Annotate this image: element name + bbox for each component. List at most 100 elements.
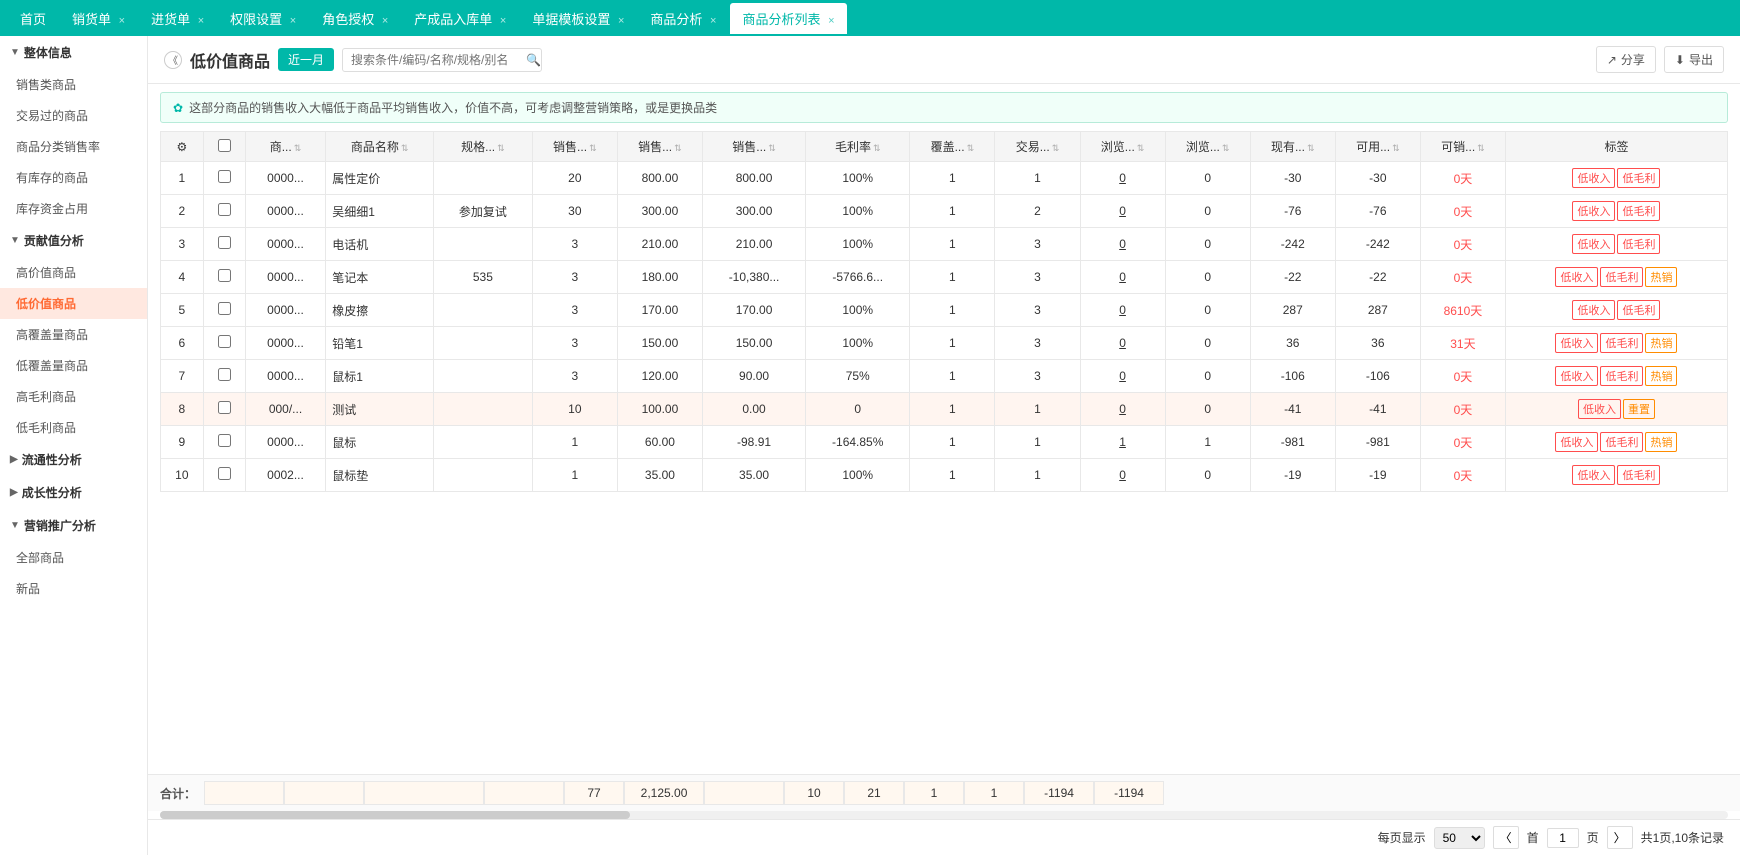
search-icon[interactable]: 🔍 [526, 53, 541, 67]
row-checkbox[interactable] [203, 393, 245, 426]
col-name[interactable]: 商品名称⇅ [326, 132, 434, 162]
sidebar-collapse-button[interactable]: 《 [164, 51, 182, 69]
sidebar-item-traded-goods[interactable]: 交易过的商品 [0, 100, 147, 131]
row-select-checkbox[interactable] [218, 302, 231, 315]
period-button[interactable]: 近一月 [278, 48, 334, 71]
close-icon[interactable]: × [382, 15, 388, 27]
sidebar-item-high-margin[interactable]: 高毛利商品 [0, 381, 147, 412]
nav-template[interactable]: 单据模板设置 × [520, 3, 636, 34]
nav-home[interactable]: 首页 [8, 3, 58, 34]
close-icon[interactable]: × [198, 15, 204, 27]
col-checkbox[interactable] [203, 132, 245, 162]
col-settings[interactable]: ⚙ [161, 132, 204, 162]
row-col7[interactable]: 0 [1080, 195, 1165, 228]
sidebar-group-growth[interactable]: ▶成长性分析 [0, 476, 147, 509]
sidebar-item-low-margin[interactable]: 低毛利商品 [0, 412, 147, 443]
col-sales3[interactable]: 销售...⇅ [702, 132, 805, 162]
row-name[interactable]: 属性定价 [326, 162, 434, 195]
row-col7[interactable]: 0 [1080, 294, 1165, 327]
row-name[interactable]: 电话机 [326, 228, 434, 261]
row-select-checkbox[interactable] [218, 203, 231, 216]
row-name[interactable]: 鼠标1 [326, 360, 434, 393]
sidebar-item-high-coverage[interactable]: 高覆盖量商品 [0, 319, 147, 350]
sidebar-group-circulation[interactable]: ▶流通性分析 [0, 443, 147, 476]
row-checkbox[interactable] [203, 426, 245, 459]
row-checkbox[interactable] [203, 261, 245, 294]
export-button[interactable]: ⬇ 导出 [1664, 46, 1724, 73]
row-name[interactable]: 鼠标垫 [326, 459, 434, 492]
row-name[interactable]: 鼠标 [326, 426, 434, 459]
sidebar-item-sales-goods[interactable]: 销售类商品 [0, 69, 147, 100]
row-select-checkbox[interactable] [218, 335, 231, 348]
row-col7[interactable]: 0 [1080, 393, 1165, 426]
first-page-button[interactable]: 〈 [1493, 826, 1519, 849]
nav-roles[interactable]: 角色授权 × [310, 3, 400, 34]
col-sellable-inv[interactable]: 可销...⇅ [1420, 132, 1505, 162]
row-checkbox[interactable] [203, 327, 245, 360]
sidebar-group-contribution[interactable]: ▼贡献值分析 [0, 224, 147, 257]
close-icon[interactable]: × [500, 15, 506, 27]
nav-sales[interactable]: 销货单 × [60, 3, 137, 34]
row-col7[interactable]: 0 [1080, 228, 1165, 261]
col-browse1[interactable]: 浏览...⇅ [1080, 132, 1165, 162]
row-col7[interactable]: 0 [1080, 327, 1165, 360]
sidebar-item-low-value[interactable]: 低价值商品 [0, 288, 147, 319]
sidebar-item-category-sales[interactable]: 商品分类销售率 [0, 131, 147, 162]
per-page-select[interactable]: 50 100 200 [1434, 827, 1485, 849]
close-icon[interactable]: × [710, 15, 716, 27]
col-margin[interactable]: 毛利率⇅ [806, 132, 910, 162]
page-input[interactable] [1547, 828, 1579, 848]
select-all-checkbox[interactable] [218, 139, 231, 152]
row-checkbox[interactable] [203, 195, 245, 228]
row-name[interactable]: 铅笔1 [326, 327, 434, 360]
row-col7[interactable]: 0 [1080, 162, 1165, 195]
col-spec[interactable]: 规格...⇅ [434, 132, 533, 162]
col-sales1[interactable]: 销售...⇅ [532, 132, 617, 162]
row-checkbox[interactable] [203, 162, 245, 195]
sidebar-group-marketing[interactable]: ▼营销推广分析 [0, 509, 147, 542]
next-page-button[interactable]: 〉 [1607, 826, 1633, 849]
row-name[interactable]: 笔记本 [326, 261, 434, 294]
sidebar-item-inventory-capital[interactable]: 库存资金占用 [0, 193, 147, 224]
sidebar-item-low-coverage[interactable]: 低覆盖量商品 [0, 350, 147, 381]
row-select-checkbox[interactable] [218, 467, 231, 480]
row-col7[interactable]: 1 [1080, 426, 1165, 459]
nav-analysis[interactable]: 商品分析 × [638, 3, 728, 34]
row-name[interactable]: 橡皮擦 [326, 294, 434, 327]
nav-analysis-list[interactable]: 商品分析列表 × [730, 3, 846, 34]
sidebar-item-inventory-goods[interactable]: 有库存的商品 [0, 162, 147, 193]
row-checkbox[interactable] [203, 294, 245, 327]
row-checkbox[interactable] [203, 459, 245, 492]
row-select-checkbox[interactable] [218, 269, 231, 282]
row-checkbox[interactable] [203, 228, 245, 261]
nav-purchase[interactable]: 进货单 × [139, 3, 216, 34]
row-select-checkbox[interactable] [218, 170, 231, 183]
close-icon[interactable]: × [119, 15, 125, 27]
row-col7[interactable]: 0 [1080, 261, 1165, 294]
row-name[interactable]: 吴细细1 [326, 195, 434, 228]
row-col7[interactable]: 0 [1080, 360, 1165, 393]
col-sales2[interactable]: 销售...⇅ [617, 132, 702, 162]
row-name[interactable]: 测试 [326, 393, 434, 426]
row-col7[interactable]: 0 [1080, 459, 1165, 492]
row-select-checkbox[interactable] [218, 401, 231, 414]
sidebar-item-all-goods[interactable]: 全部商品 [0, 542, 147, 573]
col-available-inv[interactable]: 可用...⇅ [1335, 132, 1420, 162]
col-code[interactable]: 商...⇅ [245, 132, 325, 162]
share-button[interactable]: ↗ 分享 [1596, 46, 1656, 73]
nav-permissions[interactable]: 权限设置 × [218, 3, 308, 34]
row-checkbox[interactable] [203, 360, 245, 393]
sidebar-item-new-goods[interactable]: 新品 [0, 573, 147, 604]
row-select-checkbox[interactable] [218, 236, 231, 249]
nav-production[interactable]: 产成品入库单 × [402, 3, 518, 34]
sidebar-item-high-value[interactable]: 高价值商品 [0, 257, 147, 288]
col-current-inv[interactable]: 现有...⇅ [1250, 132, 1335, 162]
close-icon[interactable]: × [828, 15, 834, 27]
col-browse2[interactable]: 浏览...⇅ [1165, 132, 1250, 162]
close-icon[interactable]: × [618, 15, 624, 27]
search-input[interactable] [342, 48, 542, 72]
col-trade[interactable]: 交易...⇅ [995, 132, 1080, 162]
close-icon[interactable]: × [290, 15, 296, 27]
row-select-checkbox[interactable] [218, 368, 231, 381]
col-coverage[interactable]: 覆盖...⇅ [910, 132, 995, 162]
